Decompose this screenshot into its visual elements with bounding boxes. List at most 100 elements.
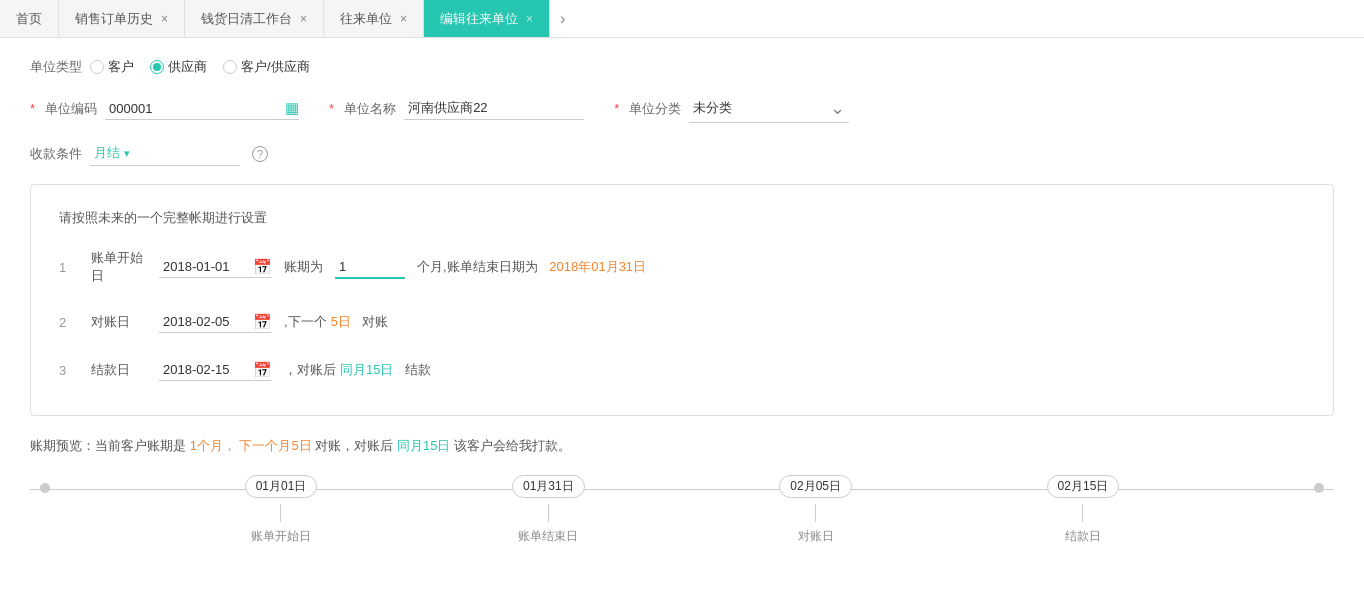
preview-months: 1个月， (190, 438, 236, 453)
tab-sales-history[interactable]: 销售订单历史 × (59, 0, 185, 37)
payment-help-icon[interactable]: ? (252, 146, 268, 162)
timeline-date-2: 01月31日 (512, 475, 585, 498)
timeline-node-3: 02月05日 对账日 (779, 475, 852, 545)
unit-category-label: 单位分类 (629, 100, 681, 118)
tab-partner-close[interactable]: × (400, 12, 407, 26)
tab-partner[interactable]: 往来单位 × (324, 0, 424, 37)
radio-both[interactable]: 客户/供应商 (223, 58, 310, 76)
timeline-container: 01月01日 账单开始日 01月31日 账单结束日 02月05日 对账日 (30, 475, 1334, 575)
period-suffix-2-post: 对账 (362, 313, 388, 331)
unit-code-star: * (30, 101, 35, 116)
tab-edit-partner[interactable]: 编辑往来单位 × (424, 0, 550, 37)
timeline-label-2: 账单结束日 (518, 528, 578, 545)
payment-value: 月结 (94, 144, 120, 162)
radio-customer-label: 客户 (108, 58, 134, 76)
timeline-stem-1 (280, 504, 281, 522)
preview-mid: 下一个月5日 (239, 438, 311, 453)
period-date-2-input[interactable] (159, 311, 249, 332)
period-suffix-3-pre: ，对账后 (284, 361, 336, 379)
radio-supplier-label: 供应商 (168, 58, 207, 76)
radio-supplier[interactable]: 供应商 (150, 58, 207, 76)
unit-name-input[interactable] (404, 98, 584, 120)
timeline-stem-3 (815, 504, 816, 522)
tab-home-label: 首页 (16, 10, 42, 28)
preview-tail: 该客户会给我打款。 (454, 438, 571, 453)
timeline-node-1: 01月01日 账单开始日 (245, 475, 318, 545)
unit-name-label: 单位名称 (344, 100, 396, 118)
unit-type-label: 单位类型 (30, 58, 82, 76)
unit-category-value: 未分类 (693, 99, 826, 117)
radio-customer[interactable]: 客户 (90, 58, 134, 76)
tab-edit-partner-label: 编辑往来单位 (440, 10, 518, 28)
tab-cash-work-label: 钱货日清工作台 (201, 10, 292, 28)
period-date-3-input[interactable] (159, 359, 249, 380)
tab-more-button[interactable]: › (550, 0, 575, 37)
unit-category-select[interactable]: 未分类 ⌄ (689, 94, 849, 123)
period-date-3-calendar[interactable]: 📅 (253, 361, 272, 379)
period-suffix-2-pre: ,下一个 (284, 313, 327, 331)
timeline-node-4: 02月15日 结款日 (1047, 475, 1120, 545)
tab-sales-history-label: 销售订单历史 (75, 10, 153, 28)
timeline-date-1: 01月01日 (245, 475, 318, 498)
tab-partner-label: 往来单位 (340, 10, 392, 28)
unit-name-group: * 单位名称 (329, 98, 584, 120)
timeline-right-end (1314, 475, 1324, 493)
months-input[interactable] (335, 256, 405, 279)
period-suffix-post-1: 个月,账单结束日期为 2018年01月31日 (417, 258, 646, 276)
period-suffix-pre-1-text: 账期为 (284, 258, 323, 276)
period-highlight-3: 同月15日 (340, 361, 393, 379)
period-num-2: 2 (59, 315, 79, 330)
payment-select[interactable]: 月结 ▾ (90, 141, 240, 166)
radio-customer-circle (90, 60, 104, 74)
preview-end: 同月15日 (397, 438, 450, 453)
unit-category-dropdown-icon: ⌄ (830, 97, 845, 119)
period-suffix-3: ，对账后 同月15日 结款 (284, 361, 431, 379)
period-suffix-3-post: 结款 (405, 361, 431, 379)
timeline-label-4: 结款日 (1065, 528, 1101, 545)
period-date-2-calendar[interactable]: 📅 (253, 313, 272, 331)
period-row-1: 1 账单开始日 📅 账期为 个月,账单结束日期为 2018年01月31日 (59, 249, 1305, 285)
tab-sales-history-close[interactable]: × (161, 12, 168, 26)
unit-code-input-wrap: ▦ (105, 98, 299, 120)
period-num-3: 3 (59, 363, 79, 378)
timeline-node-2: 01月31日 账单结束日 (512, 475, 585, 545)
radio-both-label: 客户/供应商 (241, 58, 310, 76)
period-date-1-input[interactable] (159, 256, 249, 277)
panel-title: 请按照未来的一个完整帐期进行设置 (59, 209, 1305, 227)
period-label-3: 结款日 (91, 361, 147, 379)
period-date-3-wrap: 📅 (159, 359, 272, 381)
radio-both-circle (223, 60, 237, 74)
unit-type-group: 单位类型 客户 供应商 客户/供应商 (30, 58, 310, 76)
unit-code-icon[interactable]: ▦ (285, 99, 299, 117)
payment-group: 收款条件 月结 ▾ ? (30, 141, 268, 166)
period-row-3: 3 结款日 📅 ，对账后 同月15日 结款 (59, 359, 1305, 381)
period-suffix-pre-1: 账期为 (284, 258, 323, 276)
timeline-left-end (40, 475, 50, 493)
unit-code-group: * 单位编码 ▦ (30, 98, 299, 120)
timeline-label-1: 账单开始日 (251, 528, 311, 545)
payment-arrow-icon: ▾ (124, 147, 130, 160)
timeline-label-3: 对账日 (798, 528, 834, 545)
period-suffix-text-1: 个月,账单结束日期为 (417, 258, 538, 276)
period-panel: 请按照未来的一个完整帐期进行设置 1 账单开始日 📅 账期为 个月,账单结束日期… (30, 184, 1334, 416)
main-content: 单位类型 客户 供应商 客户/供应商 * 单位编码 (0, 38, 1364, 608)
unit-info-row: * 单位编码 ▦ * 单位名称 * 单位分类 未分类 ⌄ (30, 94, 1334, 123)
unit-category-star: * (614, 101, 619, 116)
timeline-end-dot (1314, 483, 1324, 493)
tab-home[interactable]: 首页 (0, 0, 59, 37)
preview-text: 账期预览：当前客户账期是 1个月， 下一个月5日 对账，对账后 同月15日 该客… (30, 434, 1334, 457)
unit-code-input[interactable] (105, 98, 281, 119)
period-date-2-wrap: 📅 (159, 311, 272, 333)
tab-edit-partner-close[interactable]: × (526, 12, 533, 26)
timeline-date-4: 02月15日 (1047, 475, 1120, 498)
period-date-1-calendar[interactable]: 📅 (253, 258, 272, 276)
tab-cash-work-close[interactable]: × (300, 12, 307, 26)
period-highlight-2: 5日 (331, 313, 351, 331)
period-num-1: 1 (59, 260, 79, 275)
tab-cash-work[interactable]: 钱货日清工作台 × (185, 0, 324, 37)
unit-type-row: 单位类型 客户 供应商 客户/供应商 (30, 58, 1334, 76)
tab-bar: 首页 销售订单历史 × 钱货日清工作台 × 往来单位 × 编辑往来单位 × › (0, 0, 1364, 38)
payment-label: 收款条件 (30, 145, 82, 163)
timeline-date-3: 02月05日 (779, 475, 852, 498)
period-label-1: 账单开始日 (91, 249, 147, 285)
